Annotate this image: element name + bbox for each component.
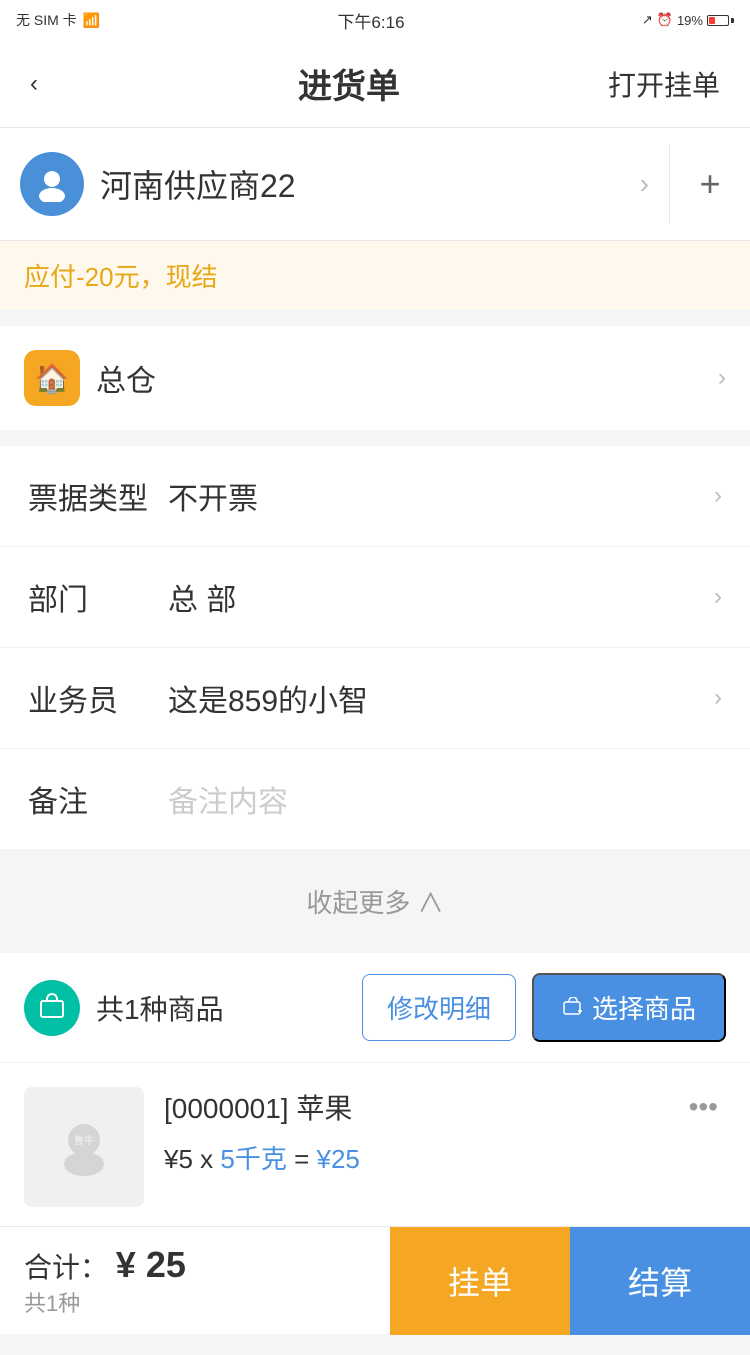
supplier-section: 河南供应商22 › + bbox=[0, 128, 750, 241]
invoice-type-value: 不开票 bbox=[168, 474, 714, 518]
status-time: 下午6:16 bbox=[337, 8, 404, 33]
invoice-arrow-icon: › bbox=[714, 482, 722, 510]
open-hold-button[interactable]: 打开挂单 bbox=[608, 64, 720, 104]
department-label: 部门 bbox=[28, 575, 148, 619]
notice-text: 应付-20元，现结 bbox=[24, 262, 218, 292]
sim-label: 无 SIM 卡 bbox=[16, 10, 77, 30]
salesperson-arrow-icon: › bbox=[714, 684, 722, 712]
department-row[interactable]: 部门 总 部 › bbox=[0, 547, 750, 648]
salesperson-label: 业务员 bbox=[28, 676, 148, 720]
battery-icon bbox=[707, 15, 734, 26]
product-item: 鲁牛 [0000001] 苹果 ¥5 x 5千克 = ¥25 ••• bbox=[0, 1063, 750, 1231]
product-name: [0000001] 苹果 bbox=[164, 1087, 661, 1127]
supplier-arrow-icon: › bbox=[640, 168, 649, 200]
products-count: 共1种商品 bbox=[96, 988, 346, 1028]
nav-bar: ‹ 进货单 打开挂单 bbox=[0, 40, 750, 128]
wifi-icon: 📶 bbox=[83, 12, 100, 29]
salesperson-value: 这是859的小智 bbox=[168, 676, 714, 720]
collapse-label: 收起更多 ∧ bbox=[306, 883, 443, 920]
invoice-type-label: 票据类型 bbox=[28, 474, 148, 518]
warehouse-section: 🏠 总仓 › bbox=[0, 326, 750, 430]
alarm-icon: ⏰ bbox=[657, 12, 673, 28]
products-header: 共1种商品 修改明细 选择商品 bbox=[0, 953, 750, 1063]
unit-price: ¥5 bbox=[164, 1144, 193, 1174]
invoice-type-row[interactable]: 票据类型 不开票 › bbox=[0, 446, 750, 547]
select-cart-icon bbox=[562, 997, 584, 1019]
remark-input[interactable]: 备注内容 bbox=[168, 777, 722, 821]
warehouse-arrow-icon: › bbox=[718, 364, 726, 392]
status-bar: 无 SIM 卡 📶 下午6:16 ↗ ⏰ 19% bbox=[0, 0, 750, 40]
back-button[interactable]: ‹ bbox=[30, 70, 90, 98]
supplier-name: 河南供应商22 bbox=[100, 161, 624, 207]
product-thumbnail: 鲁牛 bbox=[24, 1087, 144, 1207]
product-image-placeholder: 鲁牛 bbox=[49, 1112, 119, 1182]
add-supplier-button[interactable]: + bbox=[670, 128, 750, 240]
products-section: 共1种商品 修改明细 选择商品 鲁牛 [0000001] 苹果 ¥5 bbox=[0, 953, 750, 1231]
products-icon bbox=[24, 980, 80, 1036]
warehouse-name: 总仓 bbox=[96, 356, 718, 400]
salesperson-row[interactable]: 业务员 这是859的小智 › bbox=[0, 648, 750, 749]
status-left: 无 SIM 卡 📶 bbox=[16, 10, 100, 30]
remark-row[interactable]: 备注 备注内容 bbox=[0, 749, 750, 849]
modify-detail-button[interactable]: 修改明细 bbox=[362, 974, 516, 1041]
battery-percent: 19% bbox=[677, 13, 703, 28]
equals: = bbox=[294, 1144, 316, 1174]
warehouse-icon: 🏠 bbox=[24, 350, 80, 406]
total-row: 合计： ¥ 25 bbox=[24, 1244, 366, 1286]
supplier-avatar bbox=[20, 152, 84, 216]
product-price: ¥5 x 5千克 = ¥25 bbox=[164, 1139, 661, 1176]
supplier-row[interactable]: 河南供应商22 › bbox=[0, 128, 669, 240]
notice-bar: 应付-20元，现结 bbox=[0, 241, 750, 310]
location-icon: ↗ bbox=[642, 12, 653, 28]
footer: 合计： ¥ 25 共1种 挂单 结算 bbox=[0, 1226, 750, 1334]
total-label: 合计： bbox=[24, 1252, 108, 1283]
total-count: 共1种 bbox=[24, 1286, 366, 1318]
warehouse-row[interactable]: 🏠 总仓 › bbox=[0, 326, 750, 430]
department-arrow-icon: › bbox=[714, 583, 722, 611]
pay-button[interactable]: 结算 bbox=[570, 1227, 750, 1335]
page-title: 进货单 bbox=[298, 59, 400, 108]
select-product-button[interactable]: 选择商品 bbox=[532, 973, 726, 1042]
person-icon bbox=[34, 166, 70, 202]
price-separator: x bbox=[200, 1144, 220, 1174]
collapse-bar[interactable]: 收起更多 ∧ bbox=[0, 865, 750, 937]
footer-total: 合计： ¥ 25 共1种 bbox=[0, 1244, 390, 1318]
product-info: [0000001] 苹果 ¥5 x 5千克 = ¥25 bbox=[164, 1087, 661, 1176]
hold-button[interactable]: 挂单 bbox=[390, 1227, 570, 1335]
total-amount: ¥ 25 bbox=[116, 1244, 186, 1285]
cart-icon bbox=[37, 993, 67, 1023]
remark-label: 备注 bbox=[28, 777, 148, 821]
product-menu-button[interactable]: ••• bbox=[681, 1087, 726, 1127]
department-value: 总 部 bbox=[168, 575, 714, 619]
svg-text:鲁牛: 鲁牛 bbox=[74, 1134, 94, 1147]
status-right: ↗ ⏰ 19% bbox=[642, 12, 734, 28]
quantity: 5千克 bbox=[220, 1144, 286, 1174]
form-section: 票据类型 不开票 › 部门 总 部 › 业务员 这是859的小智 › 备注 备注… bbox=[0, 446, 750, 849]
subtotal: ¥25 bbox=[317, 1144, 360, 1174]
